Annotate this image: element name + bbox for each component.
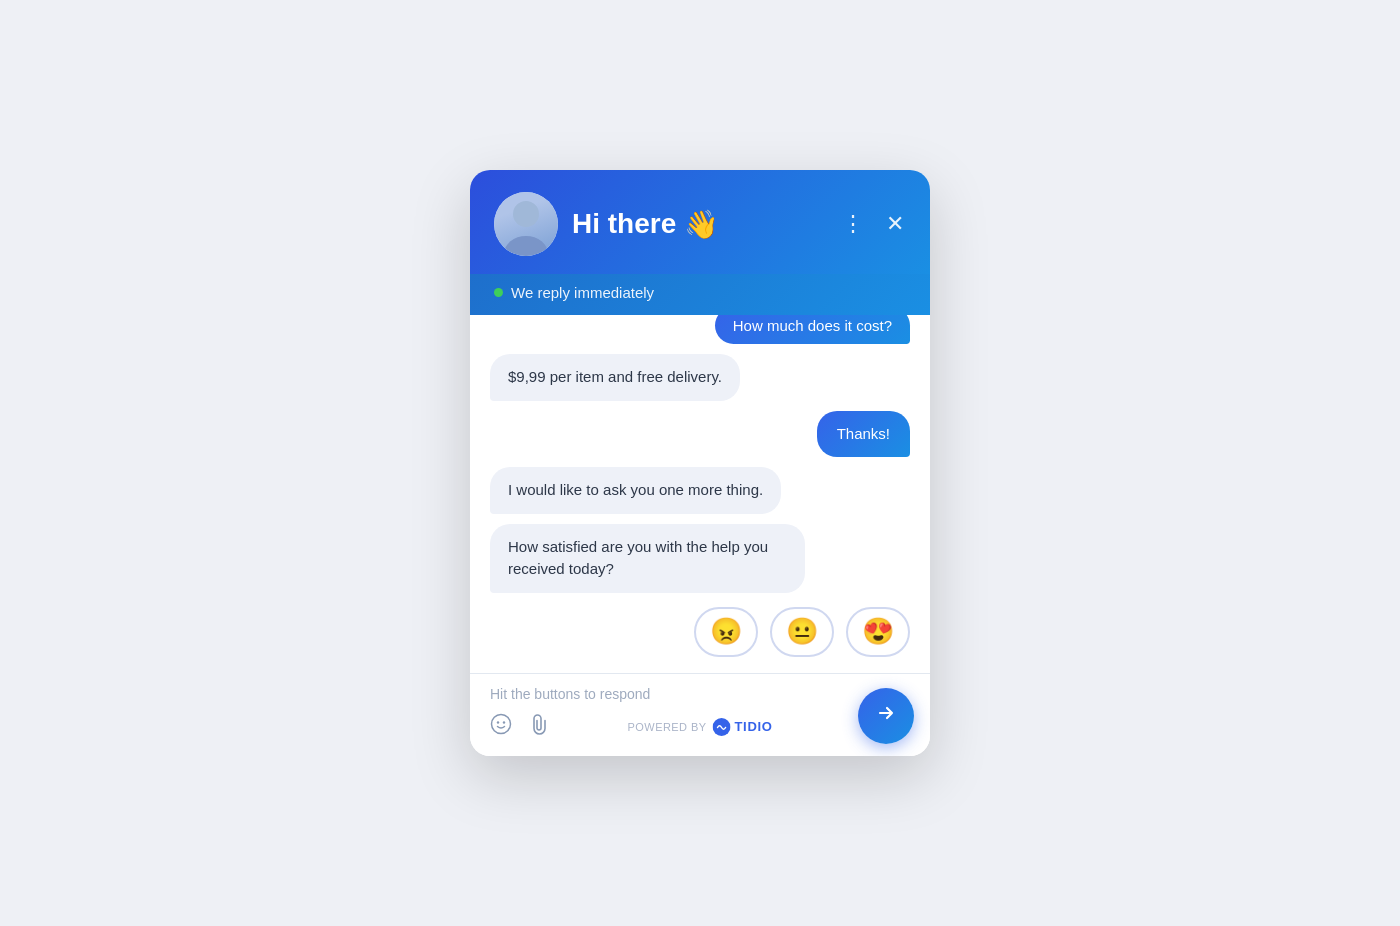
message-text: How much does it cost? bbox=[733, 317, 892, 334]
message-text: How satisfied are you with the help you … bbox=[508, 538, 768, 578]
chat-header: Hi there 👋 ⋮ ✕ bbox=[470, 170, 930, 274]
svg-point-2 bbox=[492, 714, 511, 733]
emoji-icon bbox=[490, 713, 512, 741]
message-row: How satisfied are you with the help you … bbox=[490, 524, 910, 593]
footer-hint: Hit the buttons to respond bbox=[490, 686, 910, 702]
message-row: How much does it cost? bbox=[490, 315, 910, 344]
header-title: Hi there 👋 bbox=[572, 208, 826, 241]
rating-row: 😠 😐 😍 bbox=[490, 607, 910, 657]
chat-subheader: We reply immediately bbox=[470, 274, 930, 315]
powered-by-label: POWERED BY bbox=[628, 721, 707, 733]
wave-emoji: 👋 bbox=[684, 208, 719, 241]
avatar bbox=[494, 192, 558, 256]
send-icon bbox=[875, 702, 897, 729]
message-text: $9,99 per item and free delivery. bbox=[508, 368, 722, 385]
attachment-button[interactable] bbox=[528, 712, 548, 742]
svg-point-3 bbox=[497, 721, 499, 723]
close-icon: ✕ bbox=[886, 211, 904, 237]
rating-angry-button[interactable]: 😠 bbox=[694, 607, 758, 657]
send-button[interactable] bbox=[858, 688, 914, 744]
message-text: I would like to ask you one more thing. bbox=[508, 481, 763, 498]
avatar-image bbox=[494, 192, 558, 256]
header-actions: ⋮ ✕ bbox=[840, 209, 906, 239]
svg-point-0 bbox=[513, 201, 539, 227]
svg-point-4 bbox=[503, 721, 505, 723]
close-button[interactable]: ✕ bbox=[884, 209, 906, 239]
attachment-icon bbox=[528, 712, 548, 742]
message-text: Thanks! bbox=[837, 425, 890, 442]
chat-footer: Hit the buttons to respond bbox=[470, 674, 930, 756]
agent-bubble: $9,99 per item and free delivery. bbox=[490, 354, 740, 401]
user-bubble: Thanks! bbox=[817, 411, 910, 458]
header-title-text: Hi there bbox=[572, 208, 676, 240]
powered-by: POWERED BY TIDIO bbox=[628, 718, 773, 736]
chat-messages: How much does it cost? $9,99 per item an… bbox=[470, 315, 930, 673]
rating-neutral-button[interactable]: 😐 bbox=[770, 607, 834, 657]
message-row: Thanks! bbox=[490, 411, 910, 458]
agent-bubble: How satisfied are you with the help you … bbox=[490, 524, 805, 593]
message-row: $9,99 per item and free delivery. bbox=[490, 354, 910, 401]
message-row: I would like to ask you one more thing. bbox=[490, 467, 910, 514]
menu-button[interactable]: ⋮ bbox=[840, 209, 866, 239]
status-text: We reply immediately bbox=[511, 284, 654, 301]
agent-bubble: I would like to ask you one more thing. bbox=[490, 467, 781, 514]
emoji-button[interactable] bbox=[490, 713, 512, 741]
user-bubble-partial: How much does it cost? bbox=[715, 315, 910, 344]
tidio-logo: TIDIO bbox=[713, 718, 773, 736]
menu-icon: ⋮ bbox=[842, 211, 864, 237]
footer-actions: POWERED BY TIDIO bbox=[490, 712, 910, 742]
svg-point-1 bbox=[504, 236, 548, 256]
chat-widget: Hi there 👋 ⋮ ✕ We reply immediately How … bbox=[470, 170, 930, 756]
footer-icons bbox=[490, 712, 548, 742]
online-indicator bbox=[494, 288, 503, 297]
brand-name: TIDIO bbox=[735, 719, 773, 734]
rating-love-button[interactable]: 😍 bbox=[846, 607, 910, 657]
